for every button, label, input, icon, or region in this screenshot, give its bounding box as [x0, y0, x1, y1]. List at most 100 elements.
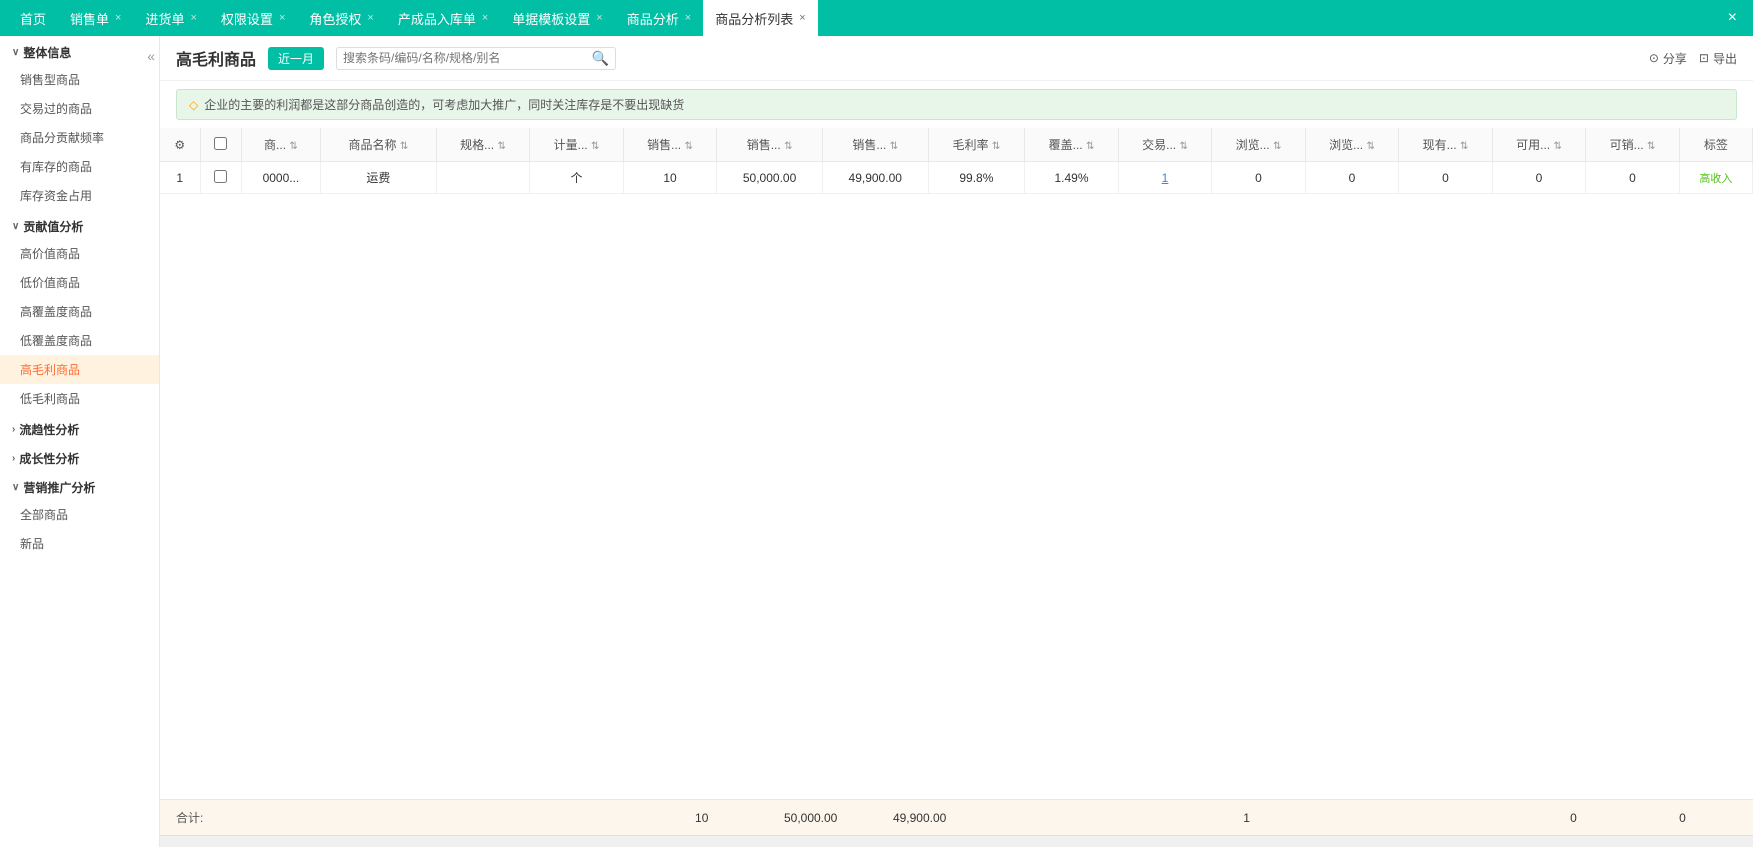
sort-sales-qty-icon: ⇅	[684, 141, 692, 152]
share-button[interactable]: ⊙ 分享	[1649, 50, 1687, 67]
nav-home[interactable]: 首页	[8, 0, 58, 36]
nav-sales-order[interactable]: 销售单 ×	[58, 0, 133, 36]
sidebar-group-contribution[interactable]: ∨ 贡献值分析	[0, 210, 159, 239]
sidebar-item-stock-capital[interactable]: 库存资金占用	[0, 181, 159, 210]
sidebar-item-stocked-products[interactable]: 有库存的商品	[0, 152, 159, 181]
settings-icon[interactable]: ⚙	[174, 138, 185, 152]
close-purchase-order[interactable]: ×	[190, 12, 196, 24]
col-tag-header[interactable]: 标签	[1679, 128, 1752, 162]
cell-sales-qty: 10	[623, 162, 717, 194]
col-spec-header[interactable]: 规格... ⇅	[436, 128, 530, 162]
sidebar-item-sales-products[interactable]: 销售型商品	[0, 65, 159, 94]
close-template-settings[interactable]: ×	[596, 12, 602, 24]
period-button[interactable]: 近一月	[268, 47, 324, 70]
close-role-auth[interactable]: ×	[367, 12, 373, 24]
close-all-tabs[interactable]: ×	[1720, 9, 1745, 27]
cell-sales-cost: 49,900.00	[822, 162, 928, 194]
close-product-analysis-list[interactable]: ×	[799, 12, 805, 24]
col-sales-amount-header[interactable]: 销售... ⇅	[717, 128, 823, 162]
col-gross-margin-header[interactable]: 毛利率 ⇅	[928, 128, 1025, 162]
sort-unit-icon: ⇅	[591, 141, 599, 152]
sidebar-item-low-value[interactable]: 低价值商品	[0, 268, 159, 297]
nav-role-auth[interactable]: 角色授权 ×	[297, 0, 385, 36]
col-name-header[interactable]: 商品名称 ⇅	[320, 128, 436, 162]
sidebar-item-high-coverage[interactable]: 高覆盖度商品	[0, 297, 159, 326]
table-row: 1 0000... 运费 个 10 50,000.00 49,900.00 99…	[160, 162, 1753, 194]
cell-gross-margin: 99.8%	[928, 162, 1025, 194]
cell-current-stock: 0	[1399, 162, 1493, 194]
sidebar-group-growth[interactable]: › 成长性分析	[0, 442, 159, 471]
group-overall-label: 整体信息	[23, 44, 71, 61]
group-marketing-label: 营销推广分析	[23, 479, 95, 496]
group-contribution-label: 贡献值分析	[23, 218, 83, 235]
sort-sellable-stock-icon: ⇅	[1647, 141, 1655, 152]
horizontal-scrollbar[interactable]	[160, 835, 1753, 847]
sidebar-item-low-coverage[interactable]: 低覆盖度商品	[0, 326, 159, 355]
group-marketing-arrow: ∨	[12, 482, 19, 493]
cell-name: 运费	[320, 162, 436, 194]
col-settings[interactable]: ⚙	[160, 128, 200, 162]
col-coverage-header[interactable]: 覆盖... ⇅	[1025, 128, 1119, 162]
footer-label: 合计:	[176, 809, 203, 826]
footer-summary: 合计: 10 50,000.00 49,900.00 1 0 0	[160, 799, 1753, 835]
sidebar-item-traded-products[interactable]: 交易过的商品	[0, 94, 159, 123]
cell-sales-amount: 50,000.00	[717, 162, 823, 194]
nav-product-analysis-list[interactable]: 商品分析列表 ×	[703, 0, 817, 36]
sidebar-group-trend[interactable]: › 流趋性分析	[0, 413, 159, 442]
content-area: 高毛利商品 近一月 🔍 ⊙ 分享 ⊡ 导出 ◇ 企业的主要的利润都是这部分商品创…	[160, 36, 1753, 847]
col-views1-header[interactable]: 浏览... ⇅	[1212, 128, 1306, 162]
sort-views1-icon: ⇅	[1273, 141, 1281, 152]
cell-coverage: 1.49%	[1025, 162, 1119, 194]
header-actions: ⊙ 分享 ⊡ 导出	[1649, 50, 1737, 67]
footer-transactions: 1	[1192, 811, 1301, 825]
col-views2-header[interactable]: 浏览... ⇅	[1305, 128, 1399, 162]
col-sellable-stock-header[interactable]: 可销... ⇅	[1586, 128, 1680, 162]
close-sales-order[interactable]: ×	[115, 12, 121, 24]
col-code-header[interactable]: 商... ⇅	[241, 128, 320, 162]
sidebar-collapse-button[interactable]: «	[143, 44, 159, 68]
sort-current-stock-icon: ⇅	[1460, 141, 1468, 152]
close-product-analysis[interactable]: ×	[685, 12, 691, 24]
sidebar-group-overall[interactable]: ∨ 整体信息	[0, 36, 159, 65]
sidebar-item-high-margin[interactable]: 高毛利商品	[0, 355, 159, 384]
footer-current-stock: 0	[1519, 811, 1628, 825]
nav-template-settings[interactable]: 单据模板设置 ×	[500, 0, 614, 36]
cell-available-stock: 0	[1492, 162, 1586, 194]
sidebar-item-high-value[interactable]: 高价值商品	[0, 239, 159, 268]
col-unit-header[interactable]: 计量... ⇅	[530, 128, 624, 162]
sort-coverage-icon: ⇅	[1086, 141, 1094, 152]
nav-permission-settings[interactable]: 权限设置 ×	[209, 0, 297, 36]
sidebar-item-contribution-rate[interactable]: 商品分贡献频率	[0, 123, 159, 152]
export-icon: ⊡	[1699, 51, 1709, 65]
nav-purchase-order[interactable]: 进货单 ×	[133, 0, 208, 36]
cell-unit: 个	[530, 162, 624, 194]
close-permission-settings[interactable]: ×	[279, 12, 285, 24]
transactions-link[interactable]: 1	[1162, 171, 1169, 185]
search-icon[interactable]: 🔍	[592, 50, 609, 67]
col-sales-qty-header[interactable]: 销售... ⇅	[623, 128, 717, 162]
footer-available-stock: 0	[1628, 811, 1737, 825]
nav-product-in[interactable]: 产成品入库单 ×	[386, 0, 500, 36]
export-button[interactable]: ⊡ 导出	[1699, 50, 1737, 67]
cell-transactions: 1	[1118, 162, 1212, 194]
col-transactions-header[interactable]: 交易... ⇅	[1118, 128, 1212, 162]
group-growth-arrow: ›	[12, 453, 15, 464]
nav-product-analysis[interactable]: 商品分析 ×	[615, 0, 703, 36]
sidebar: « ∨ 整体信息 销售型商品 交易过的商品 商品分贡献频率 有库存的商品 库存资…	[0, 36, 160, 847]
sort-available-stock-icon: ⇅	[1553, 141, 1561, 152]
sidebar-item-new-products[interactable]: 新品	[0, 529, 159, 558]
sidebar-item-all-products[interactable]: 全部商品	[0, 500, 159, 529]
col-current-stock-header[interactable]: 现有... ⇅	[1399, 128, 1493, 162]
cell-code: 0000...	[241, 162, 320, 194]
sidebar-item-low-margin[interactable]: 低毛利商品	[0, 384, 159, 413]
search-input[interactable]	[343, 51, 592, 65]
col-sales-cost-header[interactable]: 销售... ⇅	[822, 128, 928, 162]
group-overall-arrow: ∨	[12, 47, 19, 58]
select-all-checkbox[interactable]	[214, 137, 227, 150]
close-product-in[interactable]: ×	[482, 12, 488, 24]
sidebar-group-marketing[interactable]: ∨ 营销推广分析	[0, 471, 159, 500]
sort-sales-cost-icon: ⇅	[890, 141, 898, 152]
row-checkbox[interactable]	[214, 170, 227, 183]
col-available-stock-header[interactable]: 可用... ⇅	[1492, 128, 1586, 162]
col-checkbox	[200, 128, 241, 162]
